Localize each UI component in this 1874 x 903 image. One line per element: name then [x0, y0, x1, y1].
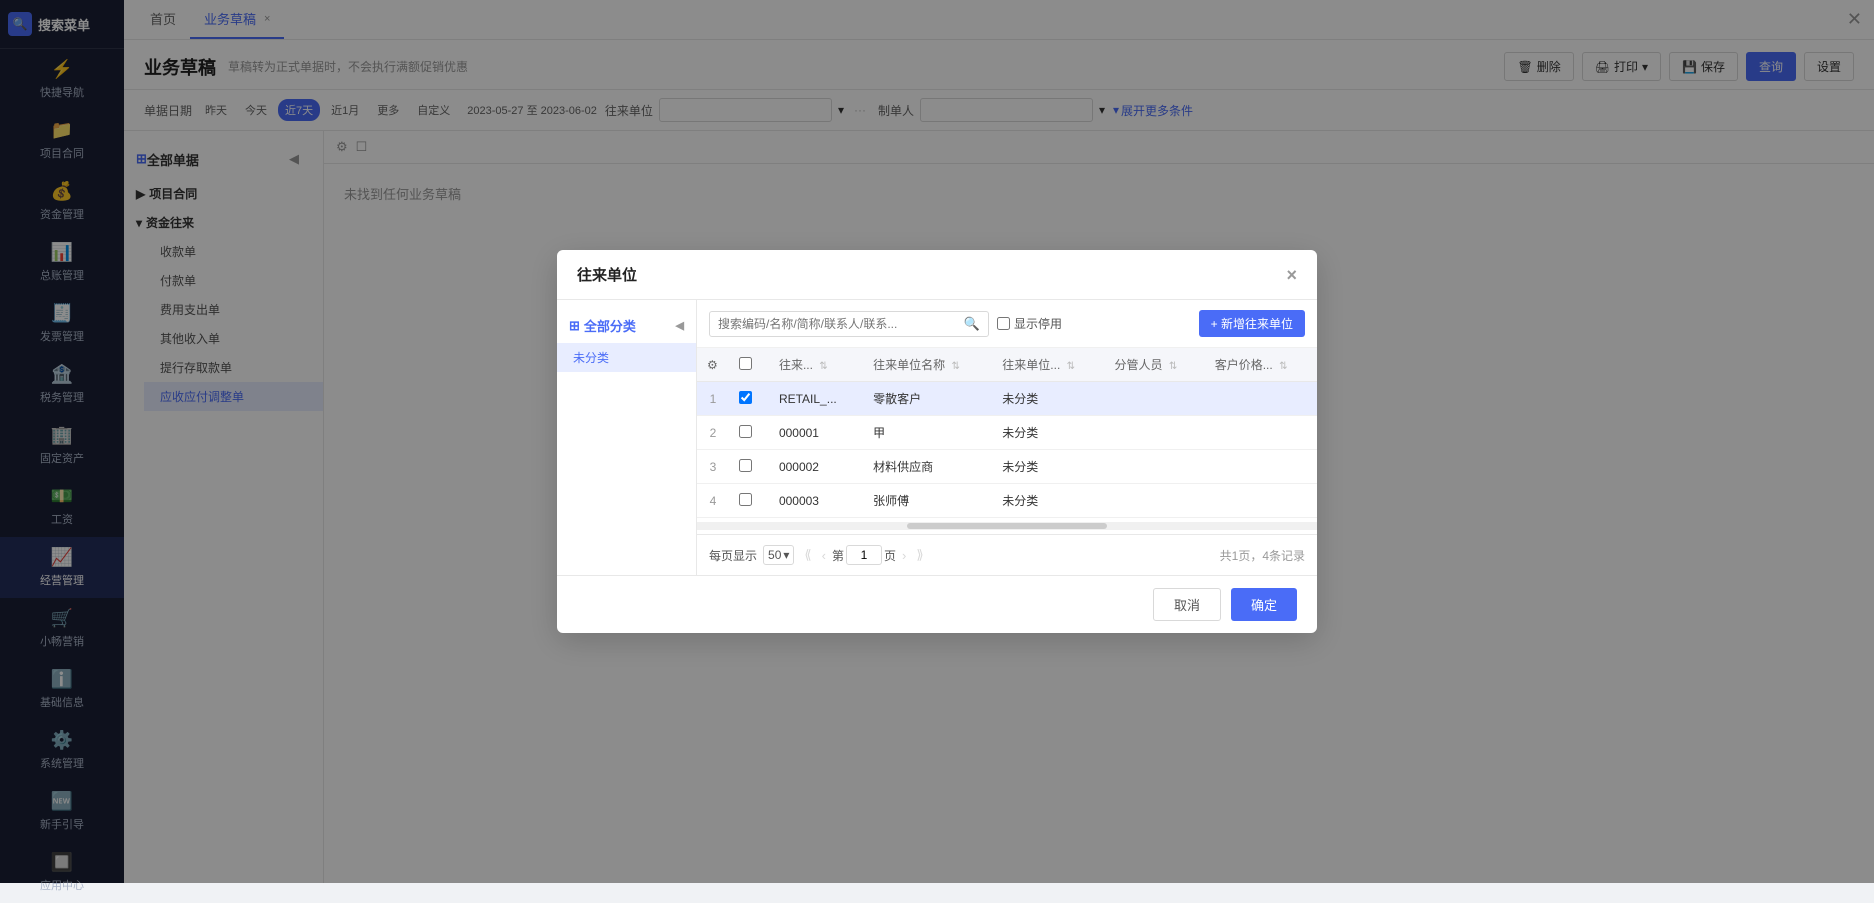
row-category-2: 未分类 — [992, 416, 1104, 450]
row-price-4 — [1205, 484, 1317, 518]
sort-icon: ⇅ — [1169, 361, 1177, 372]
dialog-body: ⊞ 全部分类 ◀ 未分类 🔍 显示停用 — [557, 300, 1317, 575]
dialog-toolbar: 🔍 显示停用 + 新增往来单位 — [697, 300, 1317, 348]
row-code-4: 000003 — [769, 484, 863, 518]
row-num-2: 2 — [697, 416, 729, 450]
row-code-3: 000002 — [769, 450, 863, 484]
dialog-header: 往来单位 × — [557, 250, 1317, 300]
per-page-select[interactable]: 50 ▾ — [763, 545, 794, 565]
page-navigation: ⟪ ‹ 第 页 › ⟫ — [800, 545, 927, 565]
per-page-label: 每页显示 — [709, 547, 757, 564]
sidebar-collapse-icon[interactable]: ◀ — [676, 319, 684, 332]
search-icon[interactable]: 🔍 — [964, 316, 980, 332]
row-price-3 — [1205, 450, 1317, 484]
row-checkbox-1[interactable] — [729, 382, 769, 416]
sort-icon: ⇅ — [1067, 361, 1075, 372]
dialog-footer: 取消 确定 — [557, 575, 1317, 633]
total-records: 共1页，4条记录 — [1220, 547, 1305, 564]
row-code-2: 000001 — [769, 416, 863, 450]
party-dialog: 往来单位 × ⊞ 全部分类 ◀ 未分类 — [557, 250, 1317, 633]
party-table-wrap: ⚙ 往来... ⇅ 往来单位名称 ⇅ — [697, 348, 1317, 518]
table-row[interactable]: 2 000001 甲 未分类 — [697, 416, 1317, 450]
party-search-box[interactable]: 🔍 — [709, 311, 989, 337]
table-row[interactable]: 4 000003 张师傅 未分类 — [697, 484, 1317, 518]
sort-icon: ⇅ — [1279, 361, 1287, 372]
add-party-button[interactable]: + 新增往来单位 — [1199, 310, 1305, 337]
row-name-1: 零散客户 — [863, 382, 992, 416]
sort-icon: ⇅ — [951, 361, 959, 372]
row-checkbox-2[interactable] — [729, 416, 769, 450]
show-disabled-checkbox-group: 显示停用 — [997, 315, 1062, 332]
row-name-4: 张师傅 — [863, 484, 992, 518]
row-code-1: RETAIL_... — [769, 382, 863, 416]
row-category-4: 未分类 — [992, 484, 1104, 518]
row-checkbox-4[interactable] — [729, 484, 769, 518]
row-price-2 — [1205, 416, 1317, 450]
current-page-input[interactable] — [846, 545, 882, 565]
party-table: ⚙ 往来... ⇅ 往来单位名称 ⇅ — [697, 348, 1317, 518]
dialog-uncategorized[interactable]: 未分类 — [557, 343, 696, 372]
row-salesperson-4 — [1105, 484, 1205, 518]
dialog-category-sidebar: ⊞ 全部分类 ◀ 未分类 — [557, 300, 697, 575]
row-num-4: 4 — [697, 484, 729, 518]
show-disabled-checkbox[interactable] — [997, 317, 1010, 330]
col-code-header[interactable]: 往来... ⇅ — [769, 348, 863, 382]
col-settings[interactable]: ⚙ — [697, 348, 729, 382]
col-category-header[interactable]: 往来单位... ⇅ — [992, 348, 1104, 382]
dialog-close-button[interactable]: × — [1286, 266, 1297, 284]
row-category-1: 未分类 — [992, 382, 1104, 416]
dialog-title: 往来单位 — [577, 264, 637, 285]
row-salesperson-3 — [1105, 450, 1205, 484]
row-salesperson-2 — [1105, 416, 1205, 450]
first-page-btn[interactable]: ⟪ — [800, 545, 815, 565]
col-price-header[interactable]: 客户价格... ⇅ — [1205, 348, 1317, 382]
row-name-3: 材料供应商 — [863, 450, 992, 484]
table-row[interactable]: 3 000002 材料供应商 未分类 — [697, 450, 1317, 484]
modal-overlay[interactable]: 往来单位 × ⊞ 全部分类 ◀ 未分类 — [0, 0, 1874, 883]
horizontal-scrollbar[interactable] — [697, 522, 1317, 530]
party-search-input[interactable] — [718, 317, 960, 331]
last-page-btn[interactable]: ⟫ — [912, 545, 927, 565]
dialog-main-panel: 🔍 显示停用 + 新增往来单位 ⚙ — [697, 300, 1317, 575]
col-name-header[interactable]: 往来单位名称 ⇅ — [863, 348, 992, 382]
page-label: 第 — [832, 547, 844, 564]
prev-page-btn[interactable]: ‹ — [818, 546, 830, 565]
settings-icon: ⚙ — [707, 358, 718, 372]
row-checkbox-3[interactable] — [729, 450, 769, 484]
confirm-button[interactable]: 确定 — [1231, 588, 1297, 621]
scrollbar-thumb[interactable] — [907, 523, 1107, 529]
page-suffix: 页 — [884, 547, 896, 564]
grid-icon: ⊞ — [569, 318, 580, 334]
next-page-btn[interactable]: › — [898, 546, 910, 565]
row-category-3: 未分类 — [992, 450, 1104, 484]
chevron-down-icon: ▾ — [783, 548, 789, 562]
dialog-all-category[interactable]: ⊞ 全部分类 ◀ — [557, 308, 696, 343]
row-num-3: 3 — [697, 450, 729, 484]
select-all-checkbox[interactable] — [739, 357, 752, 370]
dialog-pagination: 每页显示 50 ▾ ⟪ ‹ 第 页 › ⟫ 共1页，4条记录 — [697, 534, 1317, 575]
row-num-1: 1 — [697, 382, 729, 416]
col-salesperson-header[interactable]: 分管人员 ⇅ — [1105, 348, 1205, 382]
table-row[interactable]: 1 RETAIL_... 零散客户 未分类 — [697, 382, 1317, 416]
cancel-button[interactable]: 取消 — [1153, 588, 1221, 621]
col-checkbox[interactable] — [729, 348, 769, 382]
sort-icon: ⇅ — [819, 361, 827, 372]
row-name-2: 甲 — [863, 416, 992, 450]
row-price-1 — [1205, 382, 1317, 416]
row-salesperson-1 — [1105, 382, 1205, 416]
